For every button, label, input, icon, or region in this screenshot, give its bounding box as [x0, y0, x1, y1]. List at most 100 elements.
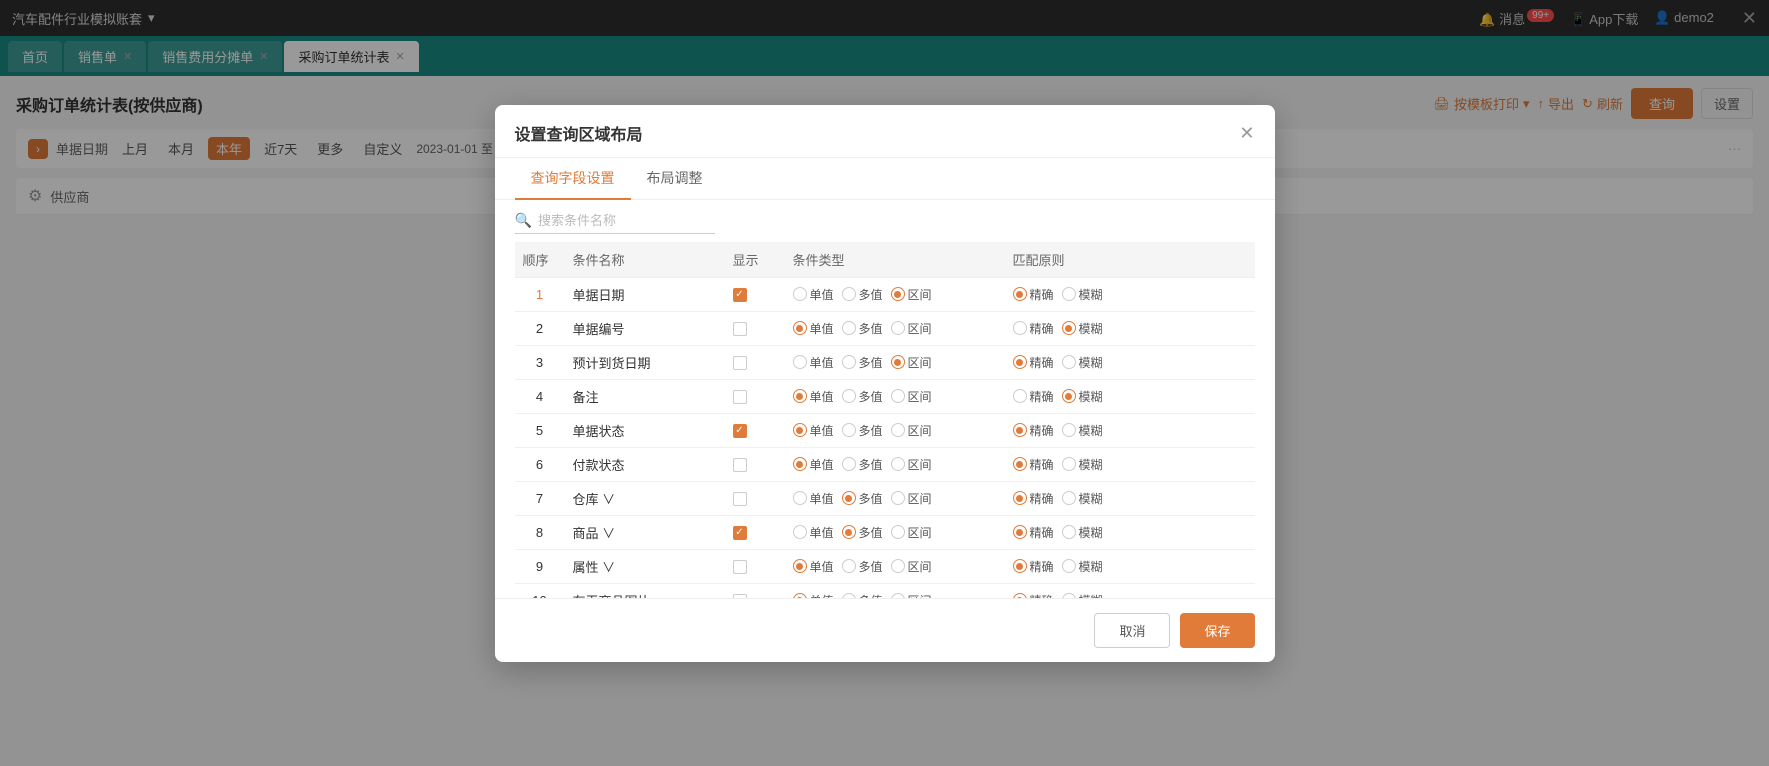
row-3-fuzzy[interactable]: 模糊	[1062, 354, 1103, 371]
row-4-display[interactable]	[725, 388, 785, 404]
row-5-single[interactable]: 单值	[793, 422, 834, 439]
row-8-name: 商品 ∨	[565, 523, 725, 542]
row-7-multi[interactable]: 多值	[842, 490, 883, 507]
row-4-type: 单值 多值 区间	[785, 388, 1005, 405]
row-6-exact[interactable]: 精确	[1013, 456, 1054, 473]
row-6-multi[interactable]: 多值	[842, 456, 883, 473]
row-7-single[interactable]: 单值	[793, 490, 834, 507]
modal-title: 设置查询区域布局	[515, 121, 643, 145]
row-9-range[interactable]: 区间	[891, 558, 932, 575]
row-9-exact[interactable]: 精确	[1013, 558, 1054, 575]
modal-footer: 取消 保存	[495, 598, 1275, 662]
row-8-display[interactable]	[725, 524, 785, 540]
row-3-type: 单值 多值 区间	[785, 354, 1005, 371]
row-6-single[interactable]: 单值	[793, 456, 834, 473]
modal-tab-query-fields[interactable]: 查询字段设置	[515, 158, 631, 200]
row-7-fuzzy[interactable]: 模糊	[1062, 490, 1103, 507]
row-2-exact[interactable]: 精确	[1013, 320, 1054, 337]
row-8-type: 单值 多值 区间	[785, 524, 1005, 541]
th-name: 条件名称	[565, 250, 725, 269]
row-8-single[interactable]: 单值	[793, 524, 834, 541]
row-2-fuzzy[interactable]: 模糊	[1062, 320, 1103, 337]
row-5-name: 单据状态	[565, 421, 725, 440]
modal-table: 顺序 条件名称 显示 条件类型 匹配原则 1 单据日期 单值 多值 区间	[515, 242, 1255, 598]
row-2-single[interactable]: 单值	[793, 320, 834, 337]
table-row: 6 付款状态 单值 多值 区间 精确 模糊	[515, 448, 1255, 482]
row-5-fuzzy[interactable]: 模糊	[1062, 422, 1103, 439]
row-4-multi[interactable]: 多值	[842, 388, 883, 405]
row-3-display[interactable]	[725, 354, 785, 370]
row-2-display[interactable]	[725, 320, 785, 336]
row-5-exact[interactable]: 精确	[1013, 422, 1054, 439]
th-order: 顺序	[515, 250, 565, 269]
row-6-fuzzy[interactable]: 模糊	[1062, 456, 1103, 473]
row-1-single[interactable]: 单值	[793, 286, 834, 303]
row-9-multi[interactable]: 多值	[842, 558, 883, 575]
row-1-exact[interactable]: 精确	[1013, 286, 1054, 303]
row-7-display[interactable]	[725, 490, 785, 506]
row-9-single[interactable]: 单值	[793, 558, 834, 575]
row-5-range[interactable]: 区间	[891, 422, 932, 439]
row-2-checkbox[interactable]	[733, 322, 747, 336]
row-6-match: 精确 模糊	[1005, 456, 1205, 473]
search-icon: 🔍	[515, 212, 532, 229]
row-3-checkbox[interactable]	[733, 356, 747, 370]
row-8-fuzzy[interactable]: 模糊	[1062, 524, 1103, 541]
modal-close-button[interactable]: ✕	[1239, 124, 1254, 142]
row-7-name: 仓库 ∨	[565, 489, 725, 508]
row-1-range[interactable]: 区间	[891, 286, 932, 303]
row-2-type: 单值 多值 区间	[785, 320, 1005, 337]
row-7-checkbox[interactable]	[733, 492, 747, 506]
row-2-range[interactable]: 区间	[891, 320, 932, 337]
row-3-multi[interactable]: 多值	[842, 354, 883, 371]
row-5-display[interactable]	[725, 422, 785, 438]
row-3-match: 精确 模糊	[1005, 354, 1205, 371]
row-7-type: 单值 多值 区间	[785, 490, 1005, 507]
row-7-range[interactable]: 区间	[891, 490, 932, 507]
row-9-checkbox[interactable]	[733, 560, 747, 574]
row-3-single[interactable]: 单值	[793, 354, 834, 371]
row-9-fuzzy[interactable]: 模糊	[1062, 558, 1103, 575]
row-3-exact[interactable]: 精确	[1013, 354, 1054, 371]
table-row: 3 预计到货日期 单值 多值 区间 精确 模糊	[515, 346, 1255, 380]
save-button[interactable]: 保存	[1180, 613, 1254, 648]
th-condition-type: 条件类型	[785, 250, 1005, 269]
row-1-checkbox[interactable]	[733, 288, 747, 302]
row-4-fuzzy[interactable]: 模糊	[1062, 388, 1103, 405]
table-row: 5 单据状态 单值 多值 区间 精确 模糊	[515, 414, 1255, 448]
row-7-exact[interactable]: 精确	[1013, 490, 1054, 507]
row-6-range[interactable]: 区间	[891, 456, 932, 473]
row-2-multi[interactable]: 多值	[842, 320, 883, 337]
row-8-checkbox[interactable]	[733, 526, 747, 540]
row-8-multi[interactable]: 多值	[842, 524, 883, 541]
row-3-name: 预计到货日期	[565, 353, 725, 372]
row-1-multi[interactable]: 多值	[842, 286, 883, 303]
row-4-exact[interactable]: 精确	[1013, 388, 1054, 405]
row-4-range[interactable]: 区间	[891, 388, 932, 405]
row-8-range[interactable]: 区间	[891, 524, 932, 541]
row-1-display[interactable]	[725, 286, 785, 302]
row-5-multi[interactable]: 多值	[842, 422, 883, 439]
table-row: 2 单据编号 单值 多值 区间 精确 模糊	[515, 312, 1255, 346]
row-1-fuzzy[interactable]: 模糊	[1062, 286, 1103, 303]
table-row: 7 仓库 ∨ 单值 多值 区间 精确 模糊	[515, 482, 1255, 516]
row-5-match: 精确 模糊	[1005, 422, 1205, 439]
modal-tab-layout[interactable]: 布局调整	[631, 158, 719, 200]
row-5-type: 单值 多值 区间	[785, 422, 1005, 439]
row-3-range[interactable]: 区间	[891, 354, 932, 371]
row-1-name: 单据日期	[565, 285, 725, 304]
table-row: 8 商品 ∨ 单值 多值 区间 精确 模糊	[515, 516, 1255, 550]
cancel-button[interactable]: 取消	[1094, 613, 1170, 648]
th-match: 匹配原则	[1005, 250, 1205, 269]
row-4-checkbox[interactable]	[733, 390, 747, 404]
row-6-checkbox[interactable]	[733, 458, 747, 472]
row-8-exact[interactable]: 精确	[1013, 524, 1054, 541]
row-4-single[interactable]: 单值	[793, 388, 834, 405]
modal-overlay[interactable]: 设置查询区域布局 ✕ 查询字段设置 布局调整 🔍 顺序 条件名称 显示	[0, 0, 1769, 766]
table-row: 4 备注 单值 多值 区间 精确 模糊	[515, 380, 1255, 414]
row-9-display[interactable]	[725, 558, 785, 574]
row-6-display[interactable]	[725, 456, 785, 472]
row-5-checkbox[interactable]	[733, 424, 747, 438]
search-input[interactable]	[538, 213, 715, 228]
row-1-match: 精确 模糊	[1005, 286, 1205, 303]
